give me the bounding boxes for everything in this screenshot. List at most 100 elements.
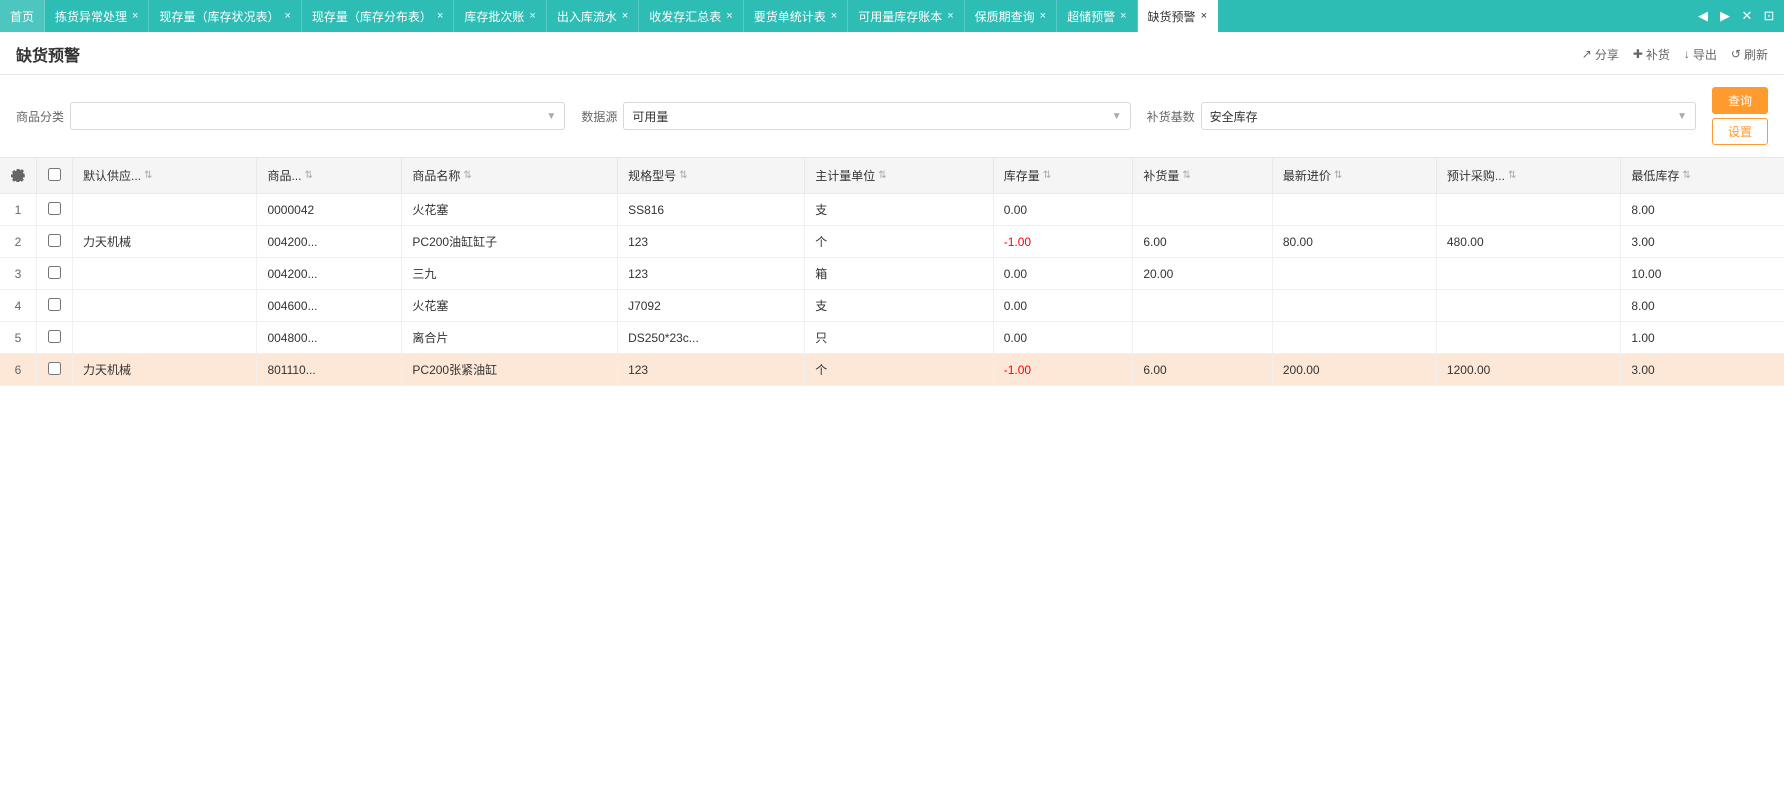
close-icon[interactable]: ×: [831, 10, 837, 22]
sort-icon: ⇅: [679, 170, 687, 181]
close-icon[interactable]: ×: [284, 10, 290, 22]
row-checkbox[interactable]: [48, 202, 61, 215]
refresh-icon: ↺: [1731, 47, 1741, 61]
row-checkbox-cell[interactable]: [37, 290, 73, 322]
close-icon[interactable]: ×: [1120, 10, 1126, 22]
row-min-stock: 8.00: [1621, 194, 1784, 226]
share-icon: ↗: [1582, 47, 1592, 61]
row-latest-price: 80.00: [1272, 226, 1436, 258]
th-spec[interactable]: 规格型号 ⇅: [618, 158, 805, 194]
export-button[interactable]: ↓ 导出: [1684, 46, 1717, 63]
th-unit[interactable]: 主计量单位 ⇅: [805, 158, 994, 194]
th-latest-price[interactable]: 最新进价 ⇅: [1272, 158, 1436, 194]
row-min-stock: 1.00: [1621, 322, 1784, 354]
sort-icon: ⇅: [144, 170, 152, 181]
row-checkbox-cell[interactable]: [37, 258, 73, 290]
tab-inout-flow[interactable]: 出入库流水 ×: [547, 0, 639, 32]
row-number: 2: [0, 226, 37, 258]
row-unit: 支: [805, 290, 994, 322]
datasource-select-value: 可用量: [632, 108, 668, 125]
row-name: 火花塞: [402, 290, 618, 322]
row-est-purchase: 480.00: [1436, 226, 1620, 258]
row-latest-price: [1272, 258, 1436, 290]
th-min-stock[interactable]: 最低库存 ⇅: [1621, 158, 1784, 194]
tab-close-all-button[interactable]: ✕: [1736, 5, 1758, 27]
row-checkbox[interactable]: [48, 266, 61, 279]
row-number: 6: [0, 354, 37, 386]
row-number: 5: [0, 322, 37, 354]
row-est-purchase: [1436, 290, 1620, 322]
row-checkbox[interactable]: [48, 298, 61, 311]
close-icon[interactable]: ×: [947, 10, 953, 22]
row-checkbox-cell[interactable]: [37, 354, 73, 386]
th-supplier[interactable]: 默认供应... ⇅: [73, 158, 257, 194]
data-table: 默认供应... ⇅ 商品... ⇅ 商品名称 ⇅: [0, 158, 1784, 386]
share-button[interactable]: ↗ 分享: [1582, 46, 1619, 63]
table-row: 4 004600... 火花塞 J7092 支 0.00 8.00: [0, 290, 1784, 322]
row-number: 3: [0, 258, 37, 290]
tab-batch-account[interactable]: 库存批次账 ×: [454, 0, 546, 32]
row-name: 火花塞: [402, 194, 618, 226]
row-checkbox[interactable]: [48, 362, 61, 375]
tab-home[interactable]: 首页: [0, 0, 45, 32]
tab-defect-handle[interactable]: 拣货异常处理 ×: [45, 0, 149, 32]
row-stock: -1.00: [993, 354, 1133, 386]
row-min-stock: 3.00: [1621, 354, 1784, 386]
row-checkbox-cell[interactable]: [37, 226, 73, 258]
row-sku: 0000042: [257, 194, 402, 226]
th-stock[interactable]: 库存量 ⇅: [993, 158, 1133, 194]
tab-prev-button[interactable]: ◀: [1692, 5, 1714, 27]
chevron-down-icon: ▼: [1112, 111, 1122, 122]
tab-expand-button[interactable]: ⊡: [1758, 5, 1780, 27]
row-checkbox[interactable]: [48, 234, 61, 247]
filter-actions: 查询 设置: [1712, 87, 1768, 145]
th-gear[interactable]: [0, 158, 37, 194]
row-unit: 个: [805, 226, 994, 258]
tab-available-ledger[interactable]: 可用量库存账本 ×: [848, 0, 964, 32]
select-all-checkbox[interactable]: [48, 168, 61, 181]
refresh-button[interactable]: ↺ 刷新: [1731, 46, 1768, 63]
query-button[interactable]: 查询: [1712, 87, 1768, 114]
row-checkbox[interactable]: [48, 330, 61, 343]
row-replenish-qty: [1133, 322, 1273, 354]
tab-collect-summary[interactable]: 收发存汇总表 ×: [639, 0, 743, 32]
close-icon[interactable]: ×: [1201, 10, 1207, 22]
row-supplier: 力天机械: [73, 226, 257, 258]
row-name: PC200油缸缸子: [402, 226, 618, 258]
tab-expire-query[interactable]: 保质期查询 ×: [965, 0, 1057, 32]
th-sku[interactable]: 商品... ⇅: [257, 158, 402, 194]
replenish-basis-select[interactable]: 安全库存 ▼: [1201, 102, 1696, 130]
close-icon[interactable]: ×: [622, 10, 628, 22]
close-icon[interactable]: ×: [1040, 10, 1046, 22]
close-icon[interactable]: ×: [437, 10, 443, 22]
row-est-purchase: [1436, 258, 1620, 290]
category-select[interactable]: ▼: [70, 102, 565, 130]
replenish-icon: ✚: [1633, 47, 1643, 61]
row-sku: 801110...: [257, 354, 402, 386]
tab-inventory-status[interactable]: 现存量（库存状况表） ×: [149, 0, 301, 32]
chevron-down-icon: ▼: [546, 111, 556, 122]
settings-button[interactable]: 设置: [1712, 118, 1768, 145]
tab-next-button[interactable]: ▶: [1714, 5, 1736, 27]
tab-order-stats[interactable]: 要货单统计表 ×: [744, 0, 848, 32]
th-replenish-qty[interactable]: 补货量 ⇅: [1133, 158, 1273, 194]
th-est-purchase[interactable]: 预计采购... ⇅: [1436, 158, 1620, 194]
tab-shortage[interactable]: 缺货预警 ×: [1138, 0, 1218, 32]
row-stock: 0.00: [993, 322, 1133, 354]
tab-overstock[interactable]: 超储预警 ×: [1057, 0, 1137, 32]
th-name[interactable]: 商品名称 ⇅: [402, 158, 618, 194]
th-checkbox[interactable]: [37, 158, 73, 194]
close-icon[interactable]: ×: [132, 10, 138, 22]
close-icon[interactable]: ×: [726, 10, 732, 22]
row-checkbox-cell[interactable]: [37, 194, 73, 226]
row-stock: -1.00: [993, 226, 1133, 258]
sort-icon: ⇅: [304, 170, 312, 181]
replenish-button[interactable]: ✚ 补货: [1633, 46, 1670, 63]
row-spec: DS250*23c...: [618, 322, 805, 354]
row-name: PC200张紧油缸: [402, 354, 618, 386]
close-icon[interactable]: ×: [529, 10, 535, 22]
tab-inventory-dist[interactable]: 现存量（库存分布表） ×: [302, 0, 454, 32]
row-checkbox-cell[interactable]: [37, 322, 73, 354]
datasource-select[interactable]: 可用量 ▼: [623, 102, 1130, 130]
row-unit: 个: [805, 354, 994, 386]
